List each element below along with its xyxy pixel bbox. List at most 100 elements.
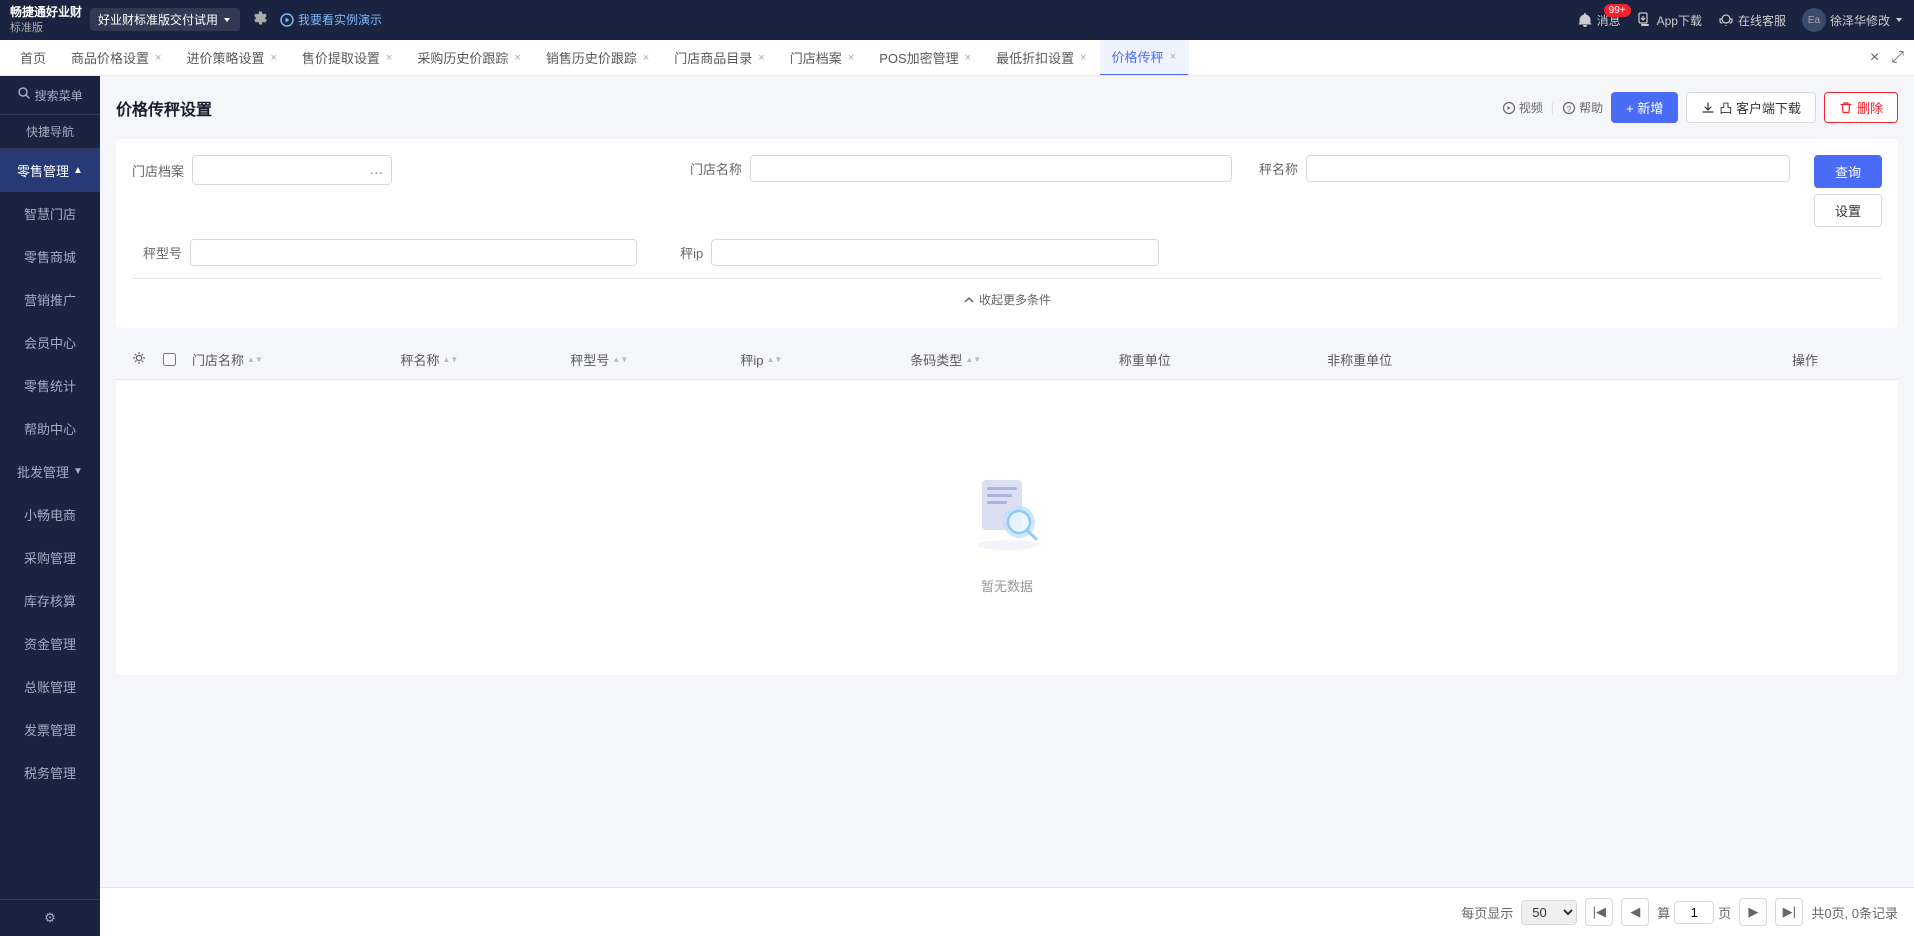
col-barcode-type: 条码类型 ▲▼ bbox=[902, 340, 1110, 379]
table-settings-button[interactable] bbox=[124, 343, 154, 376]
tab-store-catalog[interactable]: 门店商品目录 × bbox=[662, 40, 777, 76]
tab-close-purchase-history[interactable]: × bbox=[514, 52, 520, 64]
sidebar-nav: 零售管理 ▲ 智慧门店 零售商城 营销推广 会员中心 零售统计 bbox=[0, 149, 100, 899]
tab-close-price-scale[interactable]: × bbox=[1170, 51, 1176, 63]
sidebar-quick-nav[interactable]: 快捷导航 bbox=[0, 115, 100, 149]
sidebar-item-capital-manage[interactable]: 资金管理 bbox=[0, 622, 100, 665]
scale-model-input[interactable] bbox=[190, 239, 637, 266]
user-menu[interactable]: Ea 徐泽华修改 bbox=[1802, 8, 1904, 32]
sidebar-item-retail-manage[interactable]: 零售管理 ▲ bbox=[0, 149, 100, 192]
sidebar-item-help-center[interactable]: 帮助中心 bbox=[0, 407, 100, 450]
col-weight-unit: 称重单位 bbox=[1111, 340, 1319, 379]
tab-pos-manage[interactable]: POS加密管理 × bbox=[867, 40, 984, 76]
download-client-button[interactable]: 凸 客户端下载 bbox=[1686, 92, 1816, 123]
sidebar-item-invoice-manage[interactable]: 发票管理 bbox=[0, 708, 100, 751]
avatar: Ea bbox=[1802, 8, 1826, 32]
notifications-button[interactable]: 消息 99+ bbox=[1577, 12, 1621, 29]
tab-price-setting[interactable]: 商品价格设置 × bbox=[59, 40, 174, 76]
demo-link[interactable]: 我要看实例演示 bbox=[280, 11, 382, 28]
tab-sale-history[interactable]: 销售历史价跟踪 × bbox=[534, 40, 662, 76]
tab-min-discount[interactable]: 最低折扣设置 × bbox=[984, 40, 1099, 76]
sort-icon[interactable]: ▲▼ bbox=[612, 355, 628, 364]
help-link[interactable]: ? 帮助 bbox=[1562, 99, 1603, 116]
scale-ip-input[interactable] bbox=[711, 239, 1158, 266]
sidebar-item-purchase-manage[interactable]: 采购管理 bbox=[0, 536, 100, 579]
store-name-field: 门店名称 bbox=[690, 155, 1232, 182]
sidebar-item-tax-manage[interactable]: 税务管理 bbox=[0, 751, 100, 794]
tab-close-store-file[interactable]: × bbox=[848, 52, 854, 64]
sidebar-item-batch-manage[interactable]: 批发管理 ▼ bbox=[0, 450, 100, 493]
tab-close-store-catalog[interactable]: × bbox=[758, 52, 764, 64]
per-page-select[interactable]: 10 20 50 100 bbox=[1521, 900, 1577, 925]
delete-button[interactable]: 删除 bbox=[1824, 92, 1898, 123]
page-header: 价格传秤设置 视频 | ? 帮助 + 新增 bbox=[116, 92, 1898, 123]
sidebar-item-retail-mall[interactable]: 零售商城 bbox=[0, 235, 100, 278]
table-select-all[interactable] bbox=[154, 353, 184, 366]
sidebar-settings-button[interactable]: ⚙ bbox=[0, 899, 100, 936]
add-button[interactable]: + 新增 bbox=[1611, 92, 1678, 123]
tab-close-min-discount[interactable]: × bbox=[1080, 52, 1086, 64]
page-number-input[interactable] bbox=[1674, 901, 1714, 924]
sidebar-item-xc-ecom[interactable]: 小畅电商 bbox=[0, 493, 100, 536]
scale-name-input[interactable] bbox=[1306, 155, 1790, 182]
sidebar-item-retail-stats[interactable]: 零售统计 bbox=[0, 364, 100, 407]
chevron-up-icon bbox=[963, 294, 975, 306]
tab-purchase-strategy[interactable]: 进价策略设置 × bbox=[174, 40, 289, 76]
sort-icon[interactable]: ▲▼ bbox=[766, 355, 782, 364]
sort-icon[interactable]: ▲▼ bbox=[247, 355, 263, 364]
collapse-button[interactable]: 收起更多条件 bbox=[132, 287, 1882, 312]
chevron-down-icon: ▼ bbox=[73, 466, 83, 477]
sidebar-item-smart-store[interactable]: 智慧门店 bbox=[0, 192, 100, 235]
topbar-settings-button[interactable] bbox=[248, 6, 272, 33]
version-selector[interactable]: 好业财标准版交付试用 bbox=[90, 8, 240, 31]
tab-close-pos-manage[interactable]: × bbox=[965, 52, 971, 64]
sidebar-search[interactable]: 搜索菜单 bbox=[0, 76, 100, 115]
page-title: 价格传秤设置 bbox=[116, 96, 212, 120]
first-page-button[interactable]: |◀ bbox=[1585, 898, 1613, 926]
query-button[interactable]: 查询 bbox=[1814, 155, 1882, 188]
table-header: 门店名称 ▲▼ 秤名称 ▲▼ 秤型号 ▲▼ 秤ip bbox=[116, 340, 1898, 380]
tab-maximize[interactable]: ⤢ bbox=[1889, 47, 1906, 69]
last-page-button[interactable]: ▶| bbox=[1775, 898, 1803, 926]
settings-icon bbox=[132, 351, 146, 365]
sidebar-item-general-ledger[interactable]: 总账管理 bbox=[0, 665, 100, 708]
bell-icon bbox=[1577, 12, 1593, 28]
sidebar-item-member-center[interactable]: 会员中心 bbox=[0, 321, 100, 364]
tab-close-purchase-strategy[interactable]: × bbox=[270, 52, 276, 64]
col-non-weight-unit: 非称重单位 bbox=[1319, 340, 1720, 379]
tab-price-scale[interactable]: 价格传秤 × bbox=[1100, 40, 1189, 76]
sort-icon[interactable]: ▲▼ bbox=[442, 355, 458, 364]
next-page-button[interactable]: ▶ bbox=[1739, 898, 1767, 926]
content-area: 价格传秤设置 视频 | ? 帮助 + 新增 bbox=[100, 76, 1914, 936]
page-input-group: 算 页 bbox=[1657, 901, 1731, 924]
col-scale-name: 秤名称 ▲▼ bbox=[392, 340, 562, 379]
select-all-checkbox[interactable] bbox=[163, 353, 176, 366]
tab-controls: × ⤢ bbox=[1868, 47, 1906, 69]
play-icon bbox=[280, 13, 294, 27]
chevron-down-icon bbox=[1894, 15, 1904, 25]
tab-home[interactable]: 首页 bbox=[8, 40, 59, 76]
form-row-2: 秤型号 秤ip bbox=[132, 239, 1882, 266]
sidebar-item-marketing[interactable]: 营销推广 bbox=[0, 278, 100, 321]
store-file-field: 门店档案 ... bbox=[132, 155, 674, 185]
gear-icon bbox=[252, 10, 268, 26]
app-download-button[interactable]: App下载 bbox=[1637, 12, 1702, 29]
tab-close-sale-history[interactable]: × bbox=[643, 52, 649, 64]
tab-sale-price[interactable]: 售价提取设置 × bbox=[290, 40, 405, 76]
sidebar: 搜索菜单 快捷导航 零售管理 ▲ 智慧门店 零售商城 营销推广 bbox=[0, 76, 100, 936]
prev-page-button[interactable]: ◀ bbox=[1621, 898, 1649, 926]
tab-purchase-history[interactable]: 采购历史价跟踪 × bbox=[405, 40, 533, 76]
store-file-select[interactable]: ... bbox=[192, 155, 392, 185]
sort-icon[interactable]: ▲▼ bbox=[965, 355, 981, 364]
divider: | bbox=[1551, 100, 1554, 115]
tab-store-file[interactable]: 门店档案 × bbox=[778, 40, 867, 76]
tab-close-sale-price[interactable]: × bbox=[386, 52, 392, 64]
video-link[interactable]: 视频 bbox=[1502, 99, 1543, 116]
tab-close-price-setting[interactable]: × bbox=[155, 52, 161, 64]
online-service-button[interactable]: 在线客服 bbox=[1718, 12, 1786, 29]
tab-close-current[interactable]: × bbox=[1868, 47, 1881, 69]
settings-query-button[interactable]: 设置 bbox=[1814, 194, 1882, 227]
ellipsis-icon[interactable]: ... bbox=[370, 161, 383, 179]
sidebar-item-stock-settle[interactable]: 库存核算 bbox=[0, 579, 100, 622]
store-name-input[interactable] bbox=[750, 155, 1232, 182]
